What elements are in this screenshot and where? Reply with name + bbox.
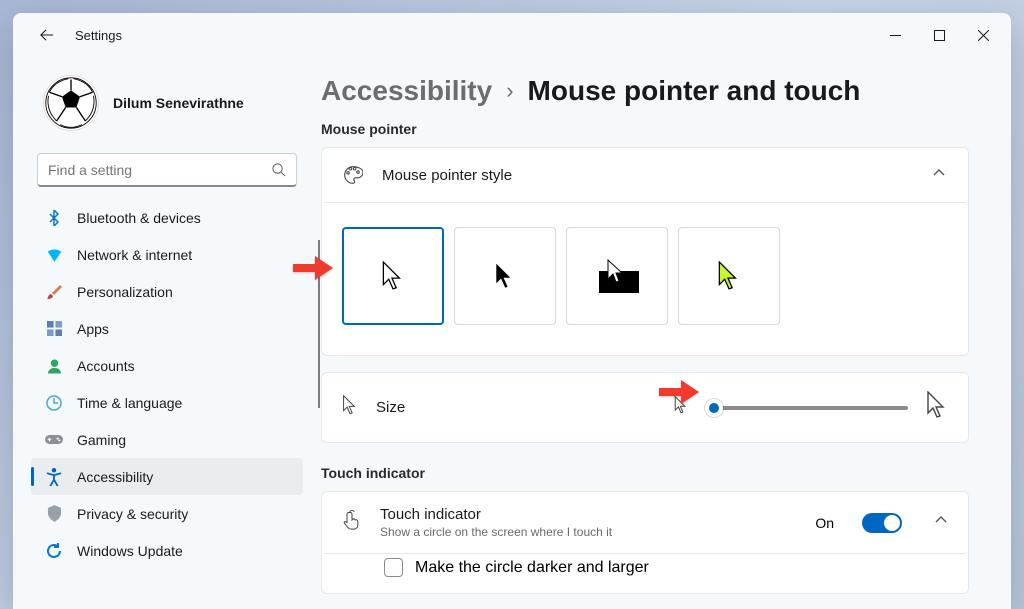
palette-icon (342, 164, 364, 186)
person-icon (45, 357, 63, 375)
cursor-max-icon (926, 391, 948, 424)
sidebar-item-label: Accessibility (77, 469, 153, 485)
sidebar-item-privacy-security[interactable]: Privacy & security (31, 495, 303, 532)
sidebar-item-label: Time & language (77, 395, 182, 411)
shield-icon (45, 505, 63, 523)
pointer-style-custom[interactable] (678, 227, 780, 325)
sidebar-item-label: Apps (77, 321, 109, 337)
sidebar-item-personalization[interactable]: Personalization (31, 273, 303, 310)
sidebar-item-label: Network & internet (77, 247, 192, 263)
breadcrumb-parent[interactable]: Accessibility (321, 75, 492, 107)
sidebar-item-gaming[interactable]: Gaming (31, 421, 303, 458)
username: Dilum Senevirathne (113, 95, 244, 111)
back-arrow-icon (40, 28, 54, 42)
touch-toggle[interactable] (862, 513, 902, 533)
titlebar: Settings (13, 13, 1011, 57)
back-button[interactable] (31, 19, 63, 51)
user-profile[interactable]: Dilum Senevirathne (31, 57, 303, 153)
slider-thumb[interactable] (705, 399, 723, 417)
touch-sublabel: Show a circle on the screen where I touc… (380, 525, 797, 539)
sidebar-item-time-language[interactable]: Time & language (31, 384, 303, 421)
pointer-size-row: Size (321, 372, 969, 443)
breadcrumb: Accessibility › Mouse pointer and touch (321, 75, 969, 107)
sidebar-item-bluetooth-devices[interactable]: Bluetooth & devices (31, 199, 303, 236)
close-icon (978, 30, 989, 41)
touch-darker-label: Make the circle darker and larger (415, 559, 649, 577)
main-panel: Accessibility › Mouse pointer and touch … (313, 57, 1011, 609)
close-button[interactable] (961, 19, 1005, 51)
content-area: Dilum Senevirathne Bluetooth & devices Ne… (13, 57, 1011, 609)
maximize-icon (934, 30, 945, 41)
pointer-style-label: Mouse pointer style (382, 167, 914, 184)
touch-indicator-header[interactable]: Touch indicator Show a circle on the scr… (322, 492, 968, 553)
window-title: Settings (75, 28, 873, 43)
sidebar-item-label: Accounts (77, 358, 135, 374)
sidebar-item-label: Windows Update (77, 543, 183, 559)
annotation-arrow-1 (293, 256, 333, 285)
sidebar-item-label: Gaming (77, 432, 126, 448)
avatar (43, 75, 99, 131)
pointer-style-card: Mouse pointer style (321, 147, 969, 356)
minimize-icon (890, 30, 901, 41)
apps-icon (45, 320, 63, 338)
touch-indicator-card: Touch indicator Show a circle on the scr… (321, 491, 969, 594)
touch-label: Touch indicator (380, 506, 797, 523)
touch-darker-checkbox[interactable] (384, 558, 403, 577)
sidebar-item-apps[interactable]: Apps (31, 310, 303, 347)
pointer-style-black[interactable] (454, 227, 556, 325)
sidebar-item-label: Privacy & security (77, 506, 188, 522)
section-mouse-pointer: Mouse pointer (321, 121, 969, 137)
search-icon (271, 162, 286, 177)
pointer-style-header[interactable]: Mouse pointer style (322, 148, 968, 202)
sidebar-item-network-internet[interactable]: Network & internet (31, 236, 303, 273)
soccer-ball-icon (44, 75, 98, 131)
accessibility-icon (45, 468, 63, 486)
sidebar: Dilum Senevirathne Bluetooth & devices Ne… (13, 57, 313, 609)
pointer-style-inverted[interactable] (566, 227, 668, 325)
gamepad-icon (45, 431, 63, 449)
chevron-up-icon (932, 166, 948, 185)
search-input[interactable] (48, 162, 271, 178)
pointer-style-options (322, 203, 968, 355)
cursor-small-icon (342, 395, 358, 420)
maximize-button[interactable] (917, 19, 961, 51)
chevron-up-icon (934, 513, 948, 532)
brush-icon (45, 283, 63, 301)
nav-list: Bluetooth & devices Network & internet Per… (31, 199, 303, 609)
chevron-right-icon: › (506, 78, 513, 104)
size-slider[interactable] (706, 406, 908, 410)
bluetooth-icon (45, 209, 63, 227)
sidebar-item-accounts[interactable]: Accounts (31, 347, 303, 384)
search-box[interactable] (37, 153, 297, 187)
clock-globe-icon (45, 394, 63, 412)
section-touch-indicator: Touch indicator (321, 465, 969, 481)
sidebar-item-label: Personalization (77, 284, 173, 300)
touch-icon (342, 509, 362, 536)
size-label: Size (376, 399, 436, 416)
pointer-style-white[interactable] (342, 227, 444, 325)
annotation-arrow-2 (659, 380, 699, 409)
sidebar-item-accessibility[interactable]: Accessibility (31, 458, 303, 495)
toggle-state-text: On (815, 515, 834, 531)
sidebar-item-windows-update[interactable]: Windows Update (31, 532, 303, 569)
minimize-button[interactable] (873, 19, 917, 51)
update-icon (45, 542, 63, 560)
settings-window: Settings Dilum Senevirathne (13, 13, 1011, 609)
breadcrumb-current: Mouse pointer and touch (528, 75, 861, 107)
sidebar-item-label: Bluetooth & devices (77, 210, 201, 226)
wifi-icon (45, 246, 63, 264)
touch-darker-row[interactable]: Make the circle darker and larger (322, 554, 968, 593)
